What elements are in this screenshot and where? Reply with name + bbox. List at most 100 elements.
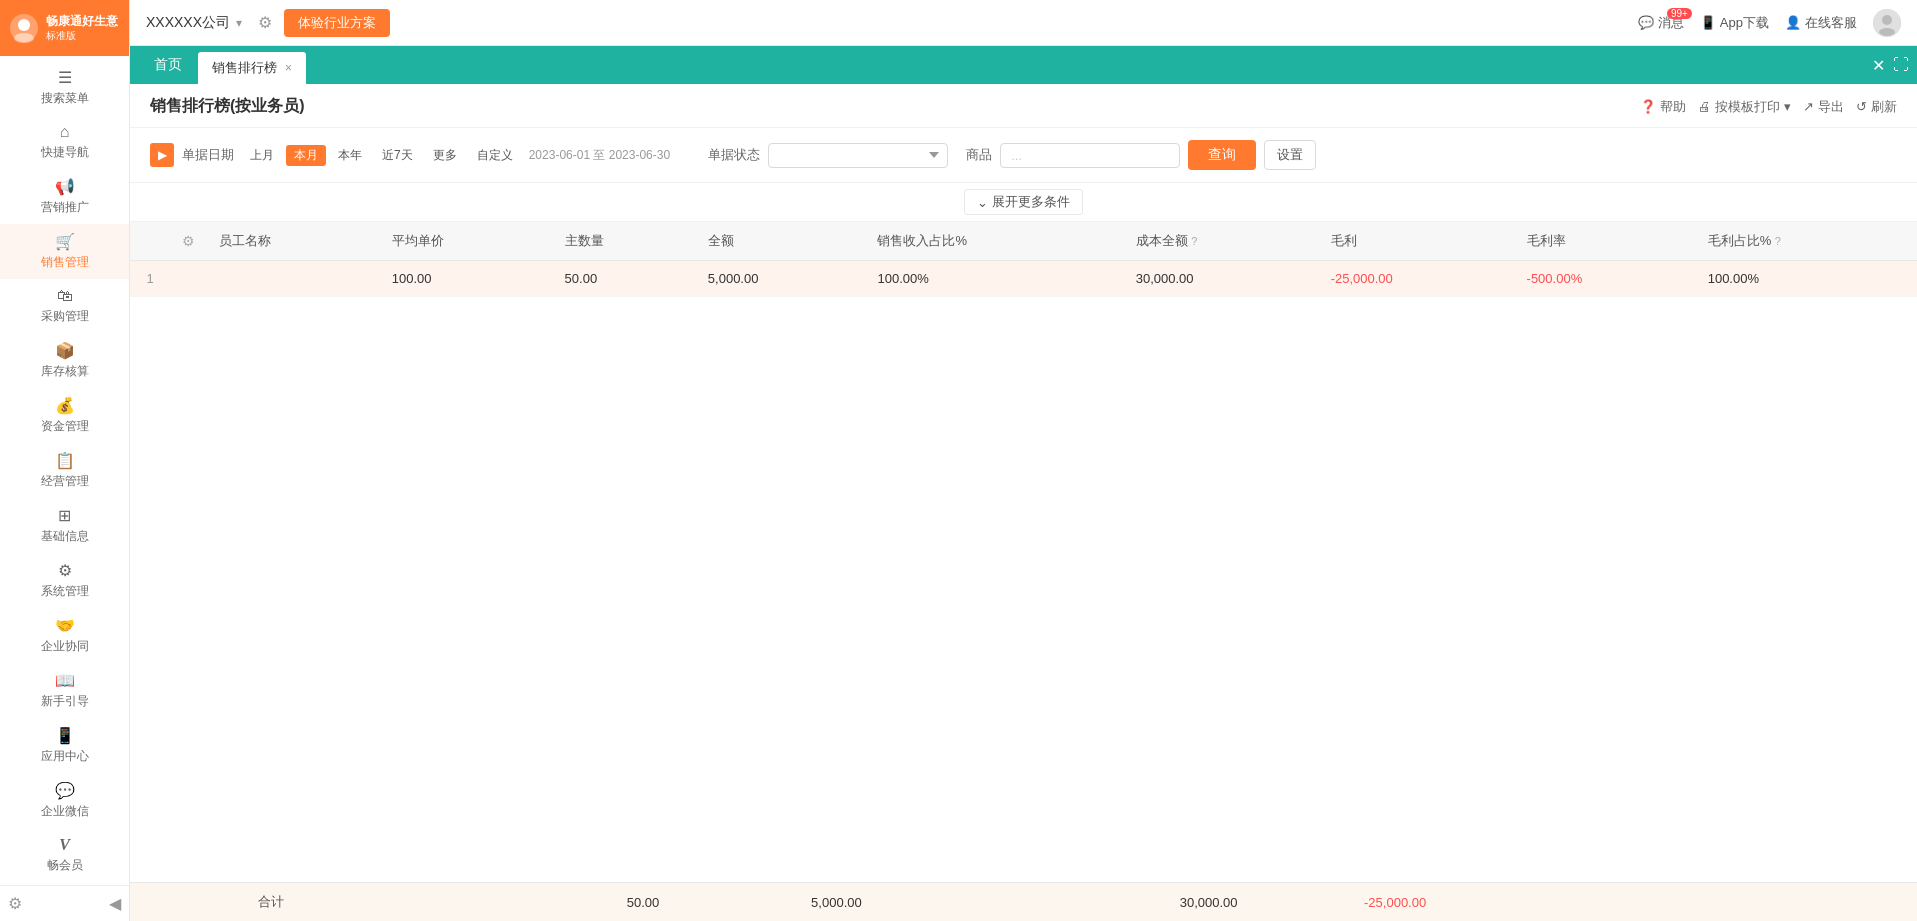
sidebar-item-inventory[interactable]: 📦 库存核算 (0, 333, 129, 388)
apps-icon: 📱 (55, 726, 75, 745)
header-gear-btn[interactable]: ⚙ (258, 13, 272, 32)
trial-btn[interactable]: 体验行业方案 (284, 9, 390, 37)
col-gross-pct: 毛利占比% ? (1696, 222, 1917, 261)
tab-sales-ranking-label: 销售排行榜 (212, 59, 277, 77)
sidebar-item-label-purchase: 采购管理 (41, 308, 89, 325)
sidebar-item-label-guide: 新手引导 (41, 693, 89, 710)
footer-qty: 50.00 (627, 895, 660, 910)
footer-amount-cell: 5,000.00 (799, 895, 983, 910)
status-label: 单据状态 (708, 146, 760, 164)
sidebar-settings-btn[interactable]: ⚙ (8, 894, 22, 913)
filter-expand-arrow[interactable]: ▶ (150, 143, 174, 167)
sidebar-item-label-finance: 资金管理 (41, 418, 89, 435)
col-sales-pct: 销售收入占比% (865, 222, 1123, 261)
table-container: ⚙ 员工名称 平均单价 主数量 (130, 222, 1917, 882)
date-tab-7days[interactable]: 近7天 (374, 145, 421, 166)
sidebar-item-basics[interactable]: ⊞ 基础信息 (0, 498, 129, 553)
message-btn[interactable]: 💬 消息 99+ (1638, 14, 1684, 32)
tab-sales-ranking[interactable]: 销售排行榜 × (198, 52, 306, 84)
help-label: 帮助 (1660, 98, 1686, 116)
sidebar-item-marketing[interactable]: 📢 营销推广 (0, 169, 129, 224)
date-tab-more[interactable]: 更多 (425, 145, 465, 166)
col-gross-rate: 毛利率 (1515, 222, 1696, 261)
gross-pct-help-icon[interactable]: ? (1775, 235, 1781, 247)
cost-help-icon[interactable]: ? (1191, 235, 1197, 247)
online-service-btn[interactable]: 👤 在线客服 (1785, 14, 1857, 32)
sidebar-item-label-inventory: 库存核算 (41, 363, 89, 380)
basics-icon: ⊞ (58, 506, 71, 525)
sidebar-item-search[interactable]: ☰ 搜索菜单 (0, 60, 129, 115)
col-gross: 毛利 (1319, 222, 1515, 261)
company-selector[interactable]: XXXXXX公司 ▾ (146, 14, 242, 32)
sidebar-item-collab[interactable]: 🤝 企业协同 (0, 608, 129, 663)
system-icon: ⚙ (58, 561, 72, 580)
tab-close-icon[interactable]: × (285, 61, 292, 75)
date-label: 单据日期 (182, 146, 234, 164)
tab-home[interactable]: 首页 (138, 46, 198, 84)
table-footer: 合计 50.00 5,000.00 30,000.00 -25,000.00 (130, 882, 1917, 921)
col-settings[interactable]: ⚙ (170, 222, 207, 261)
help-btn[interactable]: ❓ 帮助 (1640, 98, 1686, 116)
sidebar-item-label-member: 畅会员 (47, 857, 83, 874)
user-avatar[interactable] (1873, 9, 1901, 37)
query-btn[interactable]: 查询 (1188, 140, 1256, 170)
sidebar-item-label-sales: 销售管理 (41, 254, 89, 271)
date-tab-this-year[interactable]: 本年 (330, 145, 370, 166)
expand-chevron-icon: ⌄ (977, 195, 988, 210)
tab-bar: 首页 销售排行榜 × ✕ ⛶ (130, 46, 1917, 84)
window-close-icon[interactable]: ✕ (1872, 56, 1885, 75)
sidebar-item-guide[interactable]: 📖 新手引导 (0, 663, 129, 718)
sidebar-item-label-search: 搜索菜单 (41, 90, 89, 107)
sidebar-item-sales[interactable]: 🛒 销售管理 (0, 224, 129, 279)
app-version: 标准版 (46, 29, 118, 42)
table-header-row: ⚙ 员工名称 平均单价 主数量 (130, 222, 1917, 261)
sidebar-item-finance[interactable]: 💰 资金管理 (0, 388, 129, 443)
sidebar-footer: ⚙ ◀ (0, 885, 129, 921)
app-download-btn[interactable]: 📱 App下载 (1700, 14, 1769, 32)
date-tab-last-month[interactable]: 上月 (242, 145, 282, 166)
sidebar-item-purchase[interactable]: 🛍 采购管理 (0, 279, 129, 333)
window-maximize-icon[interactable]: ⛶ (1893, 56, 1909, 74)
service-icon: 👤 (1785, 15, 1801, 30)
footer-label: 合计 (258, 894, 284, 909)
sidebar-collapse-btn[interactable]: ◀ (109, 894, 121, 913)
cell-gross-rate: -500.00% (1515, 261, 1696, 297)
cell-qty: 50.00 (553, 261, 696, 297)
date-tab-custom[interactable]: 自定义 (469, 145, 521, 166)
sidebar-item-ops[interactable]: 📋 经营管理 (0, 443, 129, 498)
finance-icon: 💰 (55, 396, 75, 415)
page-title: 销售排行榜(按业务员) (150, 96, 305, 117)
settings-btn[interactable]: 设置 (1264, 140, 1316, 170)
app-logo: 畅康通好生意 标准版 (0, 0, 129, 56)
tab-bar-actions: ✕ ⛶ (1872, 56, 1909, 75)
message-badge: 99+ (1667, 8, 1692, 19)
print-btn[interactable]: 🖨 按模板打印 ▾ (1698, 98, 1791, 116)
expand-more-row: ⌄ 展开更多条件 (130, 183, 1917, 222)
col-settings-icon[interactable]: ⚙ (182, 233, 195, 249)
inventory-icon: 📦 (55, 341, 75, 360)
sidebar-item-wechat[interactable]: 💬 企业微信 (0, 773, 129, 828)
date-tab-this-month[interactable]: 本月 (286, 145, 326, 166)
sales-icon: 🛒 (55, 232, 75, 251)
sidebar-item-member[interactable]: V 畅会员 (0, 828, 129, 882)
marketing-icon: 📢 (55, 177, 75, 196)
refresh-btn[interactable]: ↺ 刷新 (1856, 98, 1897, 116)
app-download-label: App下载 (1720, 14, 1769, 32)
sidebar-item-system[interactable]: ⚙ 系统管理 (0, 553, 129, 608)
col-rank (130, 222, 170, 261)
svg-point-5 (1879, 28, 1895, 36)
sidebar-item-quick-nav[interactable]: ⌂ 快捷导航 (0, 115, 129, 169)
data-table: ⚙ 员工名称 平均单价 主数量 (130, 222, 1917, 297)
print-dropdown-arrow[interactable]: ▾ (1784, 99, 1791, 114)
col-qty: 主数量 (553, 222, 696, 261)
footer-cost: 30,000.00 (1180, 895, 1238, 910)
sidebar-nav: ☰ 搜索菜单 ⌂ 快捷导航 📢 营销推广 🛒 销售管理 🛍 采购管理 📦 库存核… (0, 56, 129, 885)
print-label: 按模板打印 (1715, 98, 1780, 116)
ops-icon: 📋 (55, 451, 75, 470)
status-select[interactable] (768, 143, 948, 168)
export-btn[interactable]: ↗ 导出 (1803, 98, 1844, 116)
goods-input[interactable]: ... (1000, 143, 1180, 168)
sidebar-item-label-basics: 基础信息 (41, 528, 89, 545)
expand-more-btn[interactable]: ⌄ 展开更多条件 (964, 189, 1083, 215)
sidebar-item-apps[interactable]: 📱 应用中心 (0, 718, 129, 773)
